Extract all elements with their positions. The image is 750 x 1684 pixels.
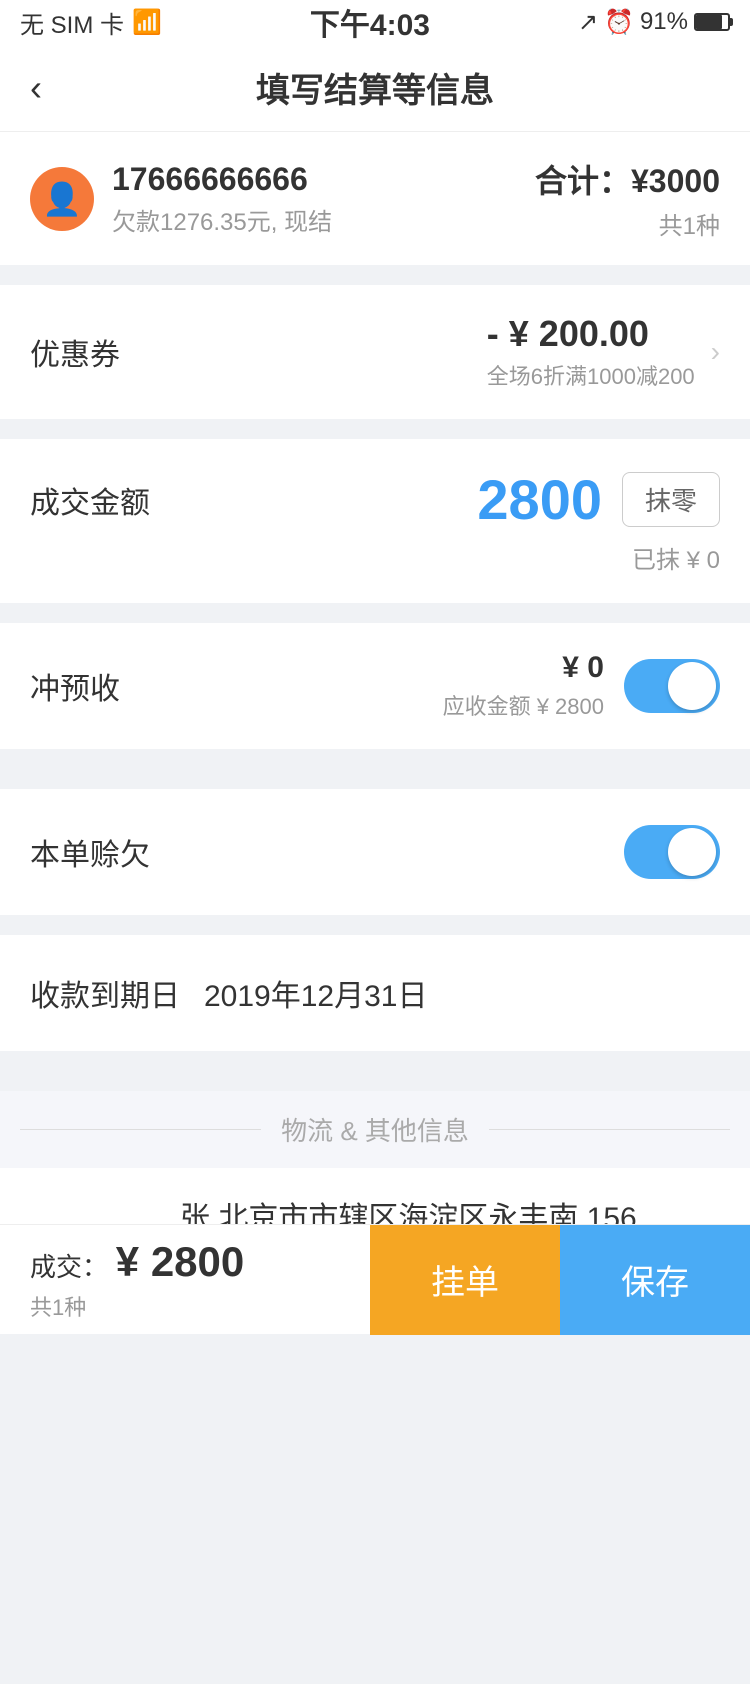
arrears-label: 本单赊欠 [30, 830, 150, 874]
prepay-section: 冲预收 ¥ 0 应收金额 ¥ 2800 [0, 623, 750, 749]
customer-debt: 欠款1276.35元, 现结 [112, 202, 332, 237]
total-amount: 合计：¥3000 [535, 156, 720, 202]
chevron-right-icon: › [711, 336, 720, 368]
deal-amount-section: 成交金额 2800 抹零 已抹 ¥ 0 [0, 439, 750, 603]
hang-button[interactable]: 挂单 [370, 1225, 560, 1335]
logistics-line-right [489, 1129, 730, 1130]
battery-icon [694, 13, 730, 31]
bottom-deal-label: 成交： [30, 1252, 108, 1282]
sim-status: 无 SIM 卡 [20, 5, 124, 40]
toggle-thumb [668, 662, 716, 710]
nav-bar: ‹ 填写结算等信息 [0, 44, 750, 132]
deal-amount-sub: 已抹 ¥ 0 [632, 547, 720, 574]
due-date-value: 2019年12月31日 [204, 971, 427, 1015]
deal-amount-value: 2800 [477, 467, 602, 532]
arrears-toggle[interactable] [624, 825, 720, 879]
due-date-row: 收款到期日 2019年12月31日 [0, 935, 750, 1051]
status-bar-right: ↗ ⏰ 91% [578, 8, 730, 37]
bottom-bar: 成交： ¥ 2800 共1种 挂单 保存 [0, 1224, 750, 1334]
logistics-line-left [20, 1129, 261, 1130]
battery-percent: 91% [640, 8, 688, 36]
prepay-row: 冲预收 ¥ 0 应收金额 ¥ 2800 [0, 623, 750, 749]
wifi-icon: 📶 [132, 8, 162, 37]
divider2 [0, 1071, 750, 1091]
discount-section: 优惠券 - ¥ 200.00 全场6折满1000减200 › [0, 285, 750, 419]
status-bar: 无 SIM 卡 📶 下午4:03 ↗ ⏰ 91% [0, 0, 750, 44]
discount-description: 全场6折满1000减200 [487, 359, 695, 391]
prepay-toggle[interactable] [624, 659, 720, 713]
prepay-sub: 应收金额 ¥ 2800 [443, 689, 604, 721]
deal-amount-label: 成交金额 [30, 478, 150, 522]
bottom-summary: 成交： ¥ 2800 共1种 [0, 1238, 370, 1322]
prepay-amount: ¥ 0 [443, 651, 604, 685]
due-date-label: 收款到期日 [30, 971, 180, 1015]
discount-row[interactable]: 优惠券 - ¥ 200.00 全场6折满1000减200 › [0, 285, 750, 419]
back-button[interactable]: ‹ [30, 67, 42, 109]
discount-label: 优惠券 [30, 330, 120, 374]
divider [0, 769, 750, 789]
alarm-icon: ⏰ [604, 8, 634, 37]
customer-phone: 17666666666 [112, 161, 332, 198]
avatar-icon: 👤 [42, 180, 82, 218]
customer-card: 👤 17666666666 欠款1276.35元, 现结 合计：¥3000 共1… [0, 132, 750, 265]
location-icon: ↗ [578, 8, 598, 37]
bottom-count: 共1种 [30, 1290, 340, 1322]
logistics-separator: 物流 & 其他信息 [0, 1091, 750, 1168]
round-zero-button[interactable]: 抹零 [622, 472, 720, 527]
status-bar-time: 下午4:03 [310, 0, 430, 44]
save-button[interactable]: 保存 [560, 1225, 750, 1335]
bottom-amount: ¥ 2800 [116, 1238, 244, 1285]
prepay-label: 冲预收 [30, 664, 120, 708]
arrears-toggle-thumb [668, 828, 716, 876]
status-bar-left: 无 SIM 卡 📶 [20, 5, 162, 40]
avatar: 👤 [30, 167, 94, 231]
discount-amount: - ¥ 200.00 [487, 313, 695, 355]
logistics-text: 物流 & 其他信息 [281, 1111, 469, 1148]
page-title: 填写结算等信息 [256, 63, 494, 112]
total-count: 共1种 [535, 206, 720, 241]
arrears-row: 本单赊欠 [0, 789, 750, 915]
empty-space [0, 1314, 750, 1574]
content: 👤 17666666666 欠款1276.35元, 现结 合计：¥3000 共1… [0, 132, 750, 1684]
